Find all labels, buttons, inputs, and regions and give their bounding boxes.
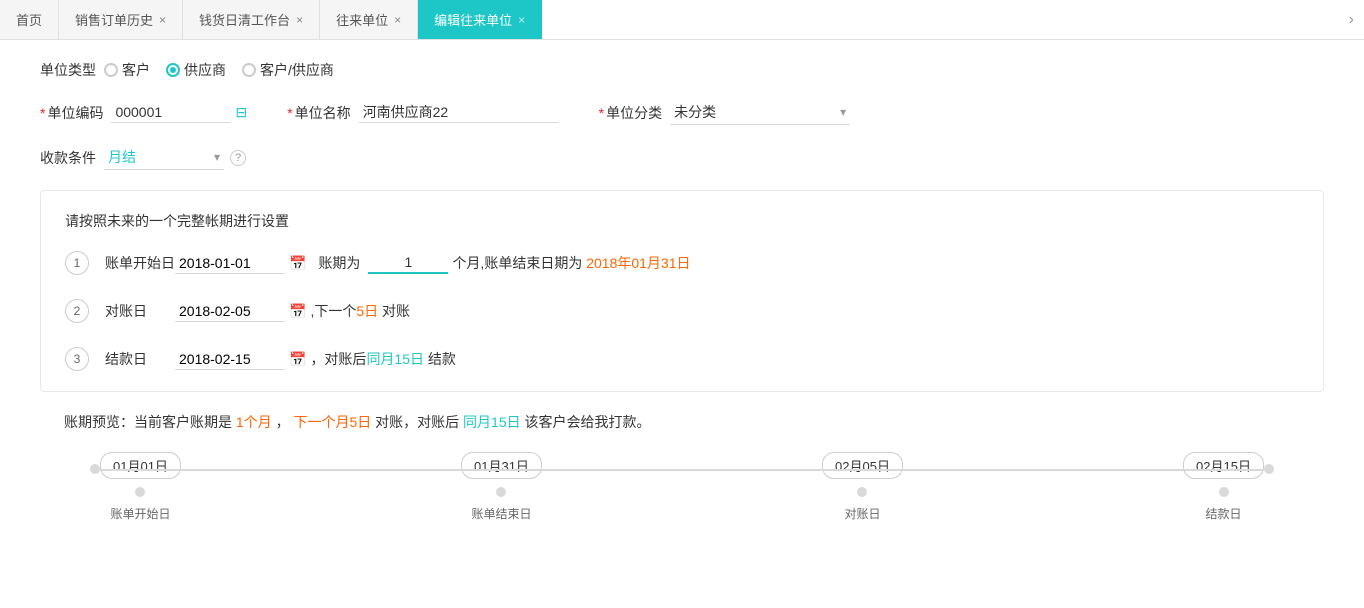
row-num-2: 2 (65, 299, 89, 323)
timeline-sublabel-3: 对账日 (844, 505, 880, 522)
timeline-badge-1: 01月01日 (100, 452, 181, 479)
unit-code-input[interactable] (111, 102, 231, 123)
tab-arrow-right[interactable]: › (1339, 11, 1364, 29)
timeline-point-4: 02月15日 结款日 (1183, 452, 1264, 522)
period-input[interactable] (368, 252, 448, 274)
main-content: 单位类型 客户 供应商 客户/供应商 * 单位编码 ⊟ * 单位名称 (0, 40, 1364, 608)
unit-name-group: * 单位名称 (287, 102, 558, 123)
preview-part3: 同月15日 (463, 414, 521, 430)
timeline-badge-3: 02月05日 (822, 452, 903, 479)
timeline-sublabel-1: 账单开始日 (110, 505, 170, 522)
tab-cash-workbench-close[interactable]: × (296, 13, 303, 27)
timeline-dot-3 (857, 487, 867, 497)
unit-type-row: 单位类型 客户 供应商 客户/供应商 (40, 60, 1324, 80)
preview-part1: 1个月 (236, 414, 272, 430)
timeline-start-dot (90, 464, 100, 474)
payment-date-cal-icon[interactable]: 📅 (289, 351, 306, 368)
unit-category-group: * 单位分类 未分类 ▾ (599, 100, 850, 125)
chevron-down-icon: ▾ (840, 105, 846, 119)
unit-code-copy-icon[interactable]: ⊟ (235, 104, 247, 121)
timeline-dot-1 (135, 487, 145, 497)
payment-terms-row: 收款条件 月结 ▾ ? (40, 145, 1324, 170)
tab-partner-units[interactable]: 往来单位 × (320, 0, 418, 39)
timeline-points: 01月01日 账单开始日 01月31日 账单结束日 02月05日 对账 (100, 452, 1264, 522)
start-date-desc-suffix: 个月,账单结束日期为 2018年01月31日 (452, 253, 690, 273)
timeline-point-3: 02月05日 对账日 (822, 452, 903, 522)
timeline-sublabel-2: 账单结束日 (471, 505, 531, 522)
payment-day-highlight: 同月15日 (366, 351, 424, 367)
radio-customer-supplier-circle (242, 63, 256, 77)
start-date-desc-prefix: 账期为 (318, 253, 360, 273)
unit-type-label: 单位类型 (40, 60, 96, 80)
timeline-dot-2 (496, 487, 506, 497)
start-date-input[interactable] (175, 253, 285, 274)
radio-customer[interactable]: 客户 (104, 60, 150, 80)
help-icon[interactable]: ? (230, 150, 246, 166)
tab-sales-history-close[interactable]: × (159, 13, 166, 27)
timeline-badge-4: 02月15日 (1183, 452, 1264, 479)
row-num-1: 1 (65, 251, 89, 275)
radio-customer-supplier[interactable]: 客户/供应商 (242, 60, 334, 80)
row-label-2: 对账日 (105, 301, 175, 321)
timeline-section: 01月01日 账单开始日 01月31日 账单结束日 02月05日 对账 (40, 452, 1324, 522)
radio-supplier-circle (166, 63, 180, 77)
row-label-3: 结款日 (105, 349, 175, 369)
unit-fields-row: * 单位编码 ⊟ * 单位名称 * 单位分类 未分类 ▾ (40, 100, 1324, 125)
unit-category-value: 未分类 (674, 102, 836, 122)
unit-type-radio-group: 客户 供应商 客户/供应商 (104, 60, 334, 80)
payment-date-input[interactable] (175, 349, 285, 370)
reconcile-date-cal-icon[interactable]: 📅 (289, 303, 306, 320)
timeline-dot-4 (1219, 487, 1229, 497)
row-label-1: 账单开始日 (105, 253, 175, 273)
tab-partner-units-close[interactable]: × (394, 13, 401, 27)
setting-row-1: 1 账单开始日 📅 账期为 个月,账单结束日期为 2018年01月31日 (65, 251, 1299, 275)
preview-part2: 下一个月5日 (293, 414, 371, 430)
unit-code-label: 单位编码 (47, 103, 103, 123)
timeline-track-container: 01月01日 账单开始日 01月31日 账单结束日 02月05日 对账 (100, 452, 1264, 522)
setting-row-2: 2 对账日 📅 ,下一个5日 对账 (65, 299, 1299, 323)
timeline-badge-2: 01月31日 (461, 452, 542, 479)
end-date-highlight: 2018年01月31日 (586, 255, 690, 271)
row-num-3: 3 (65, 347, 89, 371)
payment-terms-value: 月结 (108, 147, 210, 167)
unit-name-label: 单位名称 (295, 103, 351, 123)
unit-name-input[interactable] (359, 102, 559, 123)
tab-edit-partner[interactable]: 编辑往来单位 × (418, 0, 542, 39)
timeline-sublabel-4: 结款日 (1206, 505, 1242, 522)
tab-home[interactable]: 首页 (0, 0, 59, 39)
tab-cash-workbench[interactable]: 钱货日清工作台 × (183, 0, 320, 39)
tab-edit-partner-close[interactable]: × (518, 13, 525, 27)
preview-text: 账期预览：当前客户账期是 1个月 ， 下一个月5日 对账，对账后 同月15日 该… (40, 412, 1324, 432)
unit-category-label: 单位分类 (606, 103, 662, 123)
start-date-cal-icon[interactable]: 📅 (289, 255, 306, 272)
setting-row-3: 3 结款日 📅 ，对账后同月15日 结款 (65, 347, 1299, 371)
reconcile-date-input[interactable] (175, 301, 285, 322)
timeline-end-dot (1264, 464, 1274, 474)
settings-section: 请按照未来的一个完整帐期进行设置 1 账单开始日 📅 账期为 个月,账单结束日期… (40, 190, 1324, 392)
unit-category-select[interactable]: 未分类 ▾ (670, 100, 850, 125)
payment-terms-select[interactable]: 月结 ▾ (104, 145, 224, 170)
section-title: 请按照未来的一个完整帐期进行设置 (65, 211, 1299, 231)
tab-sales-history[interactable]: 销售订单历史 × (59, 0, 183, 39)
payment-terms-label: 收款条件 (40, 148, 96, 168)
timeline-line (100, 469, 1264, 471)
reconcile-desc: ,下一个5日 对账 (310, 301, 410, 321)
unit-code-group: * 单位编码 ⊟ (40, 102, 247, 123)
radio-supplier[interactable]: 供应商 (166, 60, 226, 80)
reconcile-day-highlight: 5日 (356, 303, 378, 319)
payment-terms-chevron-icon: ▾ (214, 150, 220, 164)
tabs-bar: 首页 销售订单历史 × 钱货日清工作台 × 往来单位 × 编辑往来单位 × › (0, 0, 1364, 40)
timeline-point-1: 01月01日 账单开始日 (100, 452, 181, 522)
radio-customer-circle (104, 63, 118, 77)
timeline-point-2: 01月31日 账单结束日 (461, 452, 542, 522)
payment-desc: ，对账后同月15日 结款 (310, 349, 455, 369)
